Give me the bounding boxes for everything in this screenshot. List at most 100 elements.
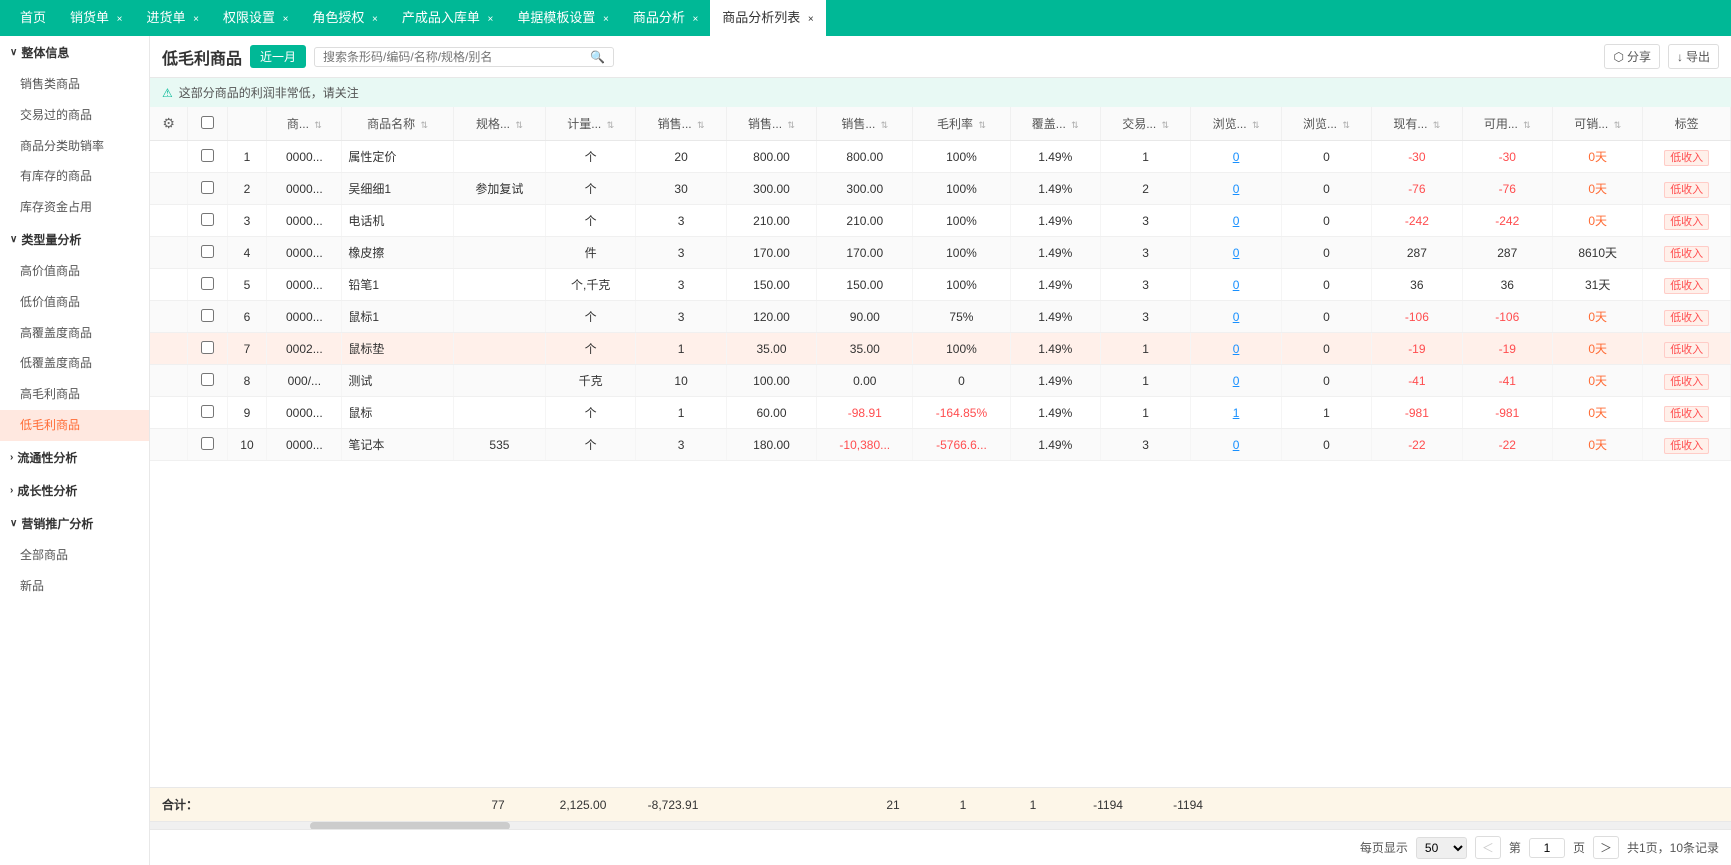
nav-product-analysis[interactable]: 商品分析 × bbox=[621, 0, 710, 36]
search-box[interactable]: 🔍 bbox=[314, 47, 614, 67]
sidebar-item-all-products[interactable]: 全部商品 bbox=[0, 540, 149, 571]
row-browse1[interactable]: 0 bbox=[1191, 141, 1281, 173]
col-sales-qty[interactable]: 销售... ⇅ bbox=[636, 107, 726, 141]
row-browse1[interactable]: 1 bbox=[1191, 397, 1281, 429]
row-checkbox[interactable] bbox=[188, 237, 227, 269]
row-browse1[interactable]: 0 bbox=[1191, 429, 1281, 461]
col-code[interactable]: 商... ⇅ bbox=[267, 107, 342, 141]
sidebar-item-new-products[interactable]: 新品 bbox=[0, 571, 149, 602]
per-page-select[interactable]: 50 100 200 bbox=[1416, 837, 1467, 859]
col-trade[interactable]: 交易... ⇅ bbox=[1100, 107, 1190, 141]
share-button[interactable]: ⬡ 分享 bbox=[1604, 44, 1660, 69]
row-sales-qty: 10 bbox=[636, 365, 726, 397]
col-saleable[interactable]: 可销... ⇅ bbox=[1552, 107, 1642, 141]
row-checkbox[interactable] bbox=[188, 397, 227, 429]
col-browse2[interactable]: 浏览... ⇅ bbox=[1281, 107, 1371, 141]
row-browse1[interactable]: 0 bbox=[1191, 269, 1281, 301]
col-coverage[interactable]: 覆盖... ⇅ bbox=[1010, 107, 1100, 141]
nav-purchase-order[interactable]: 进货单 × bbox=[134, 0, 210, 36]
row-browse1[interactable]: 0 bbox=[1191, 365, 1281, 397]
sidebar-item-high-coverage[interactable]: 高覆盖度商品 bbox=[0, 318, 149, 349]
table-row: 2 0000... 吴细细1 参加复试 个 30 300.00 300.00 1… bbox=[150, 173, 1731, 205]
col-spec[interactable]: 规格... ⇅ bbox=[453, 107, 545, 141]
row-spec: 参加复试 bbox=[453, 173, 545, 205]
sidebar-item-high-value[interactable]: 高价值商品 bbox=[0, 256, 149, 287]
page-number-input[interactable] bbox=[1529, 838, 1565, 858]
col-name[interactable]: 商品名称 ⇅ bbox=[342, 107, 454, 141]
row-select-checkbox[interactable] bbox=[201, 309, 214, 322]
export-button[interactable]: ↓ 导出 bbox=[1668, 44, 1719, 69]
table-row: 7 0002... 鼠标垫 个 1 35.00 35.00 100% 1.49%… bbox=[150, 333, 1731, 365]
row-code: 000/... bbox=[267, 365, 342, 397]
sidebar-item-low-coverage[interactable]: 低覆盖度商品 bbox=[0, 348, 149, 379]
export-label: 导出 bbox=[1686, 48, 1710, 65]
search-input[interactable] bbox=[323, 50, 590, 64]
row-browse2: 0 bbox=[1281, 237, 1371, 269]
prev-page-button[interactable]: ＜ bbox=[1475, 836, 1501, 859]
col-gross-rate[interactable]: 毛利率 ⇅ bbox=[913, 107, 1010, 141]
col-checkbox[interactable] bbox=[188, 107, 227, 141]
sidebar-item-low-margin[interactable]: 低毛利商品 bbox=[0, 410, 149, 441]
sidebar-group-marketing[interactable]: ∨ 营销推广分析 bbox=[0, 507, 149, 540]
row-select-checkbox[interactable] bbox=[201, 277, 214, 290]
sidebar-item-low-value[interactable]: 低价值商品 bbox=[0, 287, 149, 318]
sidebar-item-traded-products[interactable]: 交易过的商品 bbox=[0, 100, 149, 131]
row-sales-amount: 150.00 bbox=[726, 269, 816, 301]
col-unit[interactable]: 计量... ⇅ bbox=[545, 107, 635, 141]
row-browse1[interactable]: 0 bbox=[1191, 173, 1281, 205]
sidebar-group-circulation[interactable]: › 流通性分析 bbox=[0, 441, 149, 474]
row-name: 橡皮擦 bbox=[342, 237, 454, 269]
row-browse1[interactable]: 0 bbox=[1191, 205, 1281, 237]
row-coverage: 1.49% bbox=[1010, 205, 1100, 237]
row-code: 0000... bbox=[267, 429, 342, 461]
next-page-button[interactable]: ＞ bbox=[1593, 836, 1619, 859]
col-sales-amount[interactable]: 销售... ⇅ bbox=[726, 107, 816, 141]
col-current[interactable]: 现有... ⇅ bbox=[1372, 107, 1462, 141]
sidebar-item-category-rate[interactable]: 商品分类助销率 bbox=[0, 131, 149, 162]
time-filter-button[interactable]: 近一月 bbox=[250, 45, 306, 68]
nav-sales-order[interactable]: 销货单 × bbox=[58, 0, 134, 36]
sidebar-item-stocked-products[interactable]: 有库存的商品 bbox=[0, 161, 149, 192]
footer-trade: 21 bbox=[858, 798, 928, 812]
nav-home[interactable]: 首页 bbox=[8, 0, 58, 36]
sidebar-item-sales-products[interactable]: 销售类商品 bbox=[0, 69, 149, 100]
sidebar-group-type-analysis[interactable]: ∨ 类型量分析 bbox=[0, 223, 149, 256]
row-checkbox[interactable] bbox=[188, 365, 227, 397]
row-checkbox[interactable] bbox=[188, 205, 227, 237]
row-browse1[interactable]: 0 bbox=[1191, 237, 1281, 269]
scrollbar-area[interactable] bbox=[150, 821, 1731, 829]
row-select-checkbox[interactable] bbox=[201, 213, 214, 226]
row-browse1[interactable]: 0 bbox=[1191, 301, 1281, 333]
row-select-checkbox[interactable] bbox=[201, 437, 214, 450]
nav-role-auth[interactable]: 角色授权 × bbox=[300, 0, 389, 36]
row-select-checkbox[interactable] bbox=[201, 341, 214, 354]
col-available[interactable]: 可用... ⇅ bbox=[1462, 107, 1552, 141]
nav-permission[interactable]: 权限设置 × bbox=[211, 0, 300, 36]
row-select-checkbox[interactable] bbox=[201, 149, 214, 162]
row-saleable: 0天 bbox=[1552, 205, 1642, 237]
row-checkbox[interactable] bbox=[188, 269, 227, 301]
col-settings[interactable]: ⚙ bbox=[150, 107, 188, 141]
row-checkbox[interactable] bbox=[188, 301, 227, 333]
row-select-checkbox[interactable] bbox=[201, 405, 214, 418]
row-checkbox[interactable] bbox=[188, 141, 227, 173]
row-select-checkbox[interactable] bbox=[201, 181, 214, 194]
row-browse1[interactable]: 0 bbox=[1191, 333, 1281, 365]
col-browse1[interactable]: 浏览... ⇅ bbox=[1191, 107, 1281, 141]
row-select-checkbox[interactable] bbox=[201, 245, 214, 258]
select-all-checkbox[interactable] bbox=[201, 116, 214, 129]
sidebar-group-growth[interactable]: › 成长性分析 bbox=[0, 474, 149, 507]
sidebar-item-inventory-funds[interactable]: 库存资金占用 bbox=[0, 192, 149, 223]
row-select-checkbox[interactable] bbox=[201, 373, 214, 386]
row-checkbox[interactable] bbox=[188, 429, 227, 461]
col-sales-profit[interactable]: 销售... ⇅ bbox=[817, 107, 913, 141]
sidebar-group-overall[interactable]: ∨ 整体信息 bbox=[0, 36, 149, 69]
row-num: 8 bbox=[227, 365, 267, 397]
row-checkbox[interactable] bbox=[188, 333, 227, 365]
settings-icon[interactable]: ⚙ bbox=[162, 115, 175, 131]
nav-product-analysis-list[interactable]: 商品分析列表 × bbox=[710, 0, 825, 36]
nav-product-warehousing[interactable]: 产成品入库单 × bbox=[390, 0, 505, 36]
row-checkbox[interactable] bbox=[188, 173, 227, 205]
nav-template-settings[interactable]: 单据模板设置 × bbox=[505, 0, 620, 36]
sidebar-item-high-margin[interactable]: 高毛利商品 bbox=[0, 379, 149, 410]
